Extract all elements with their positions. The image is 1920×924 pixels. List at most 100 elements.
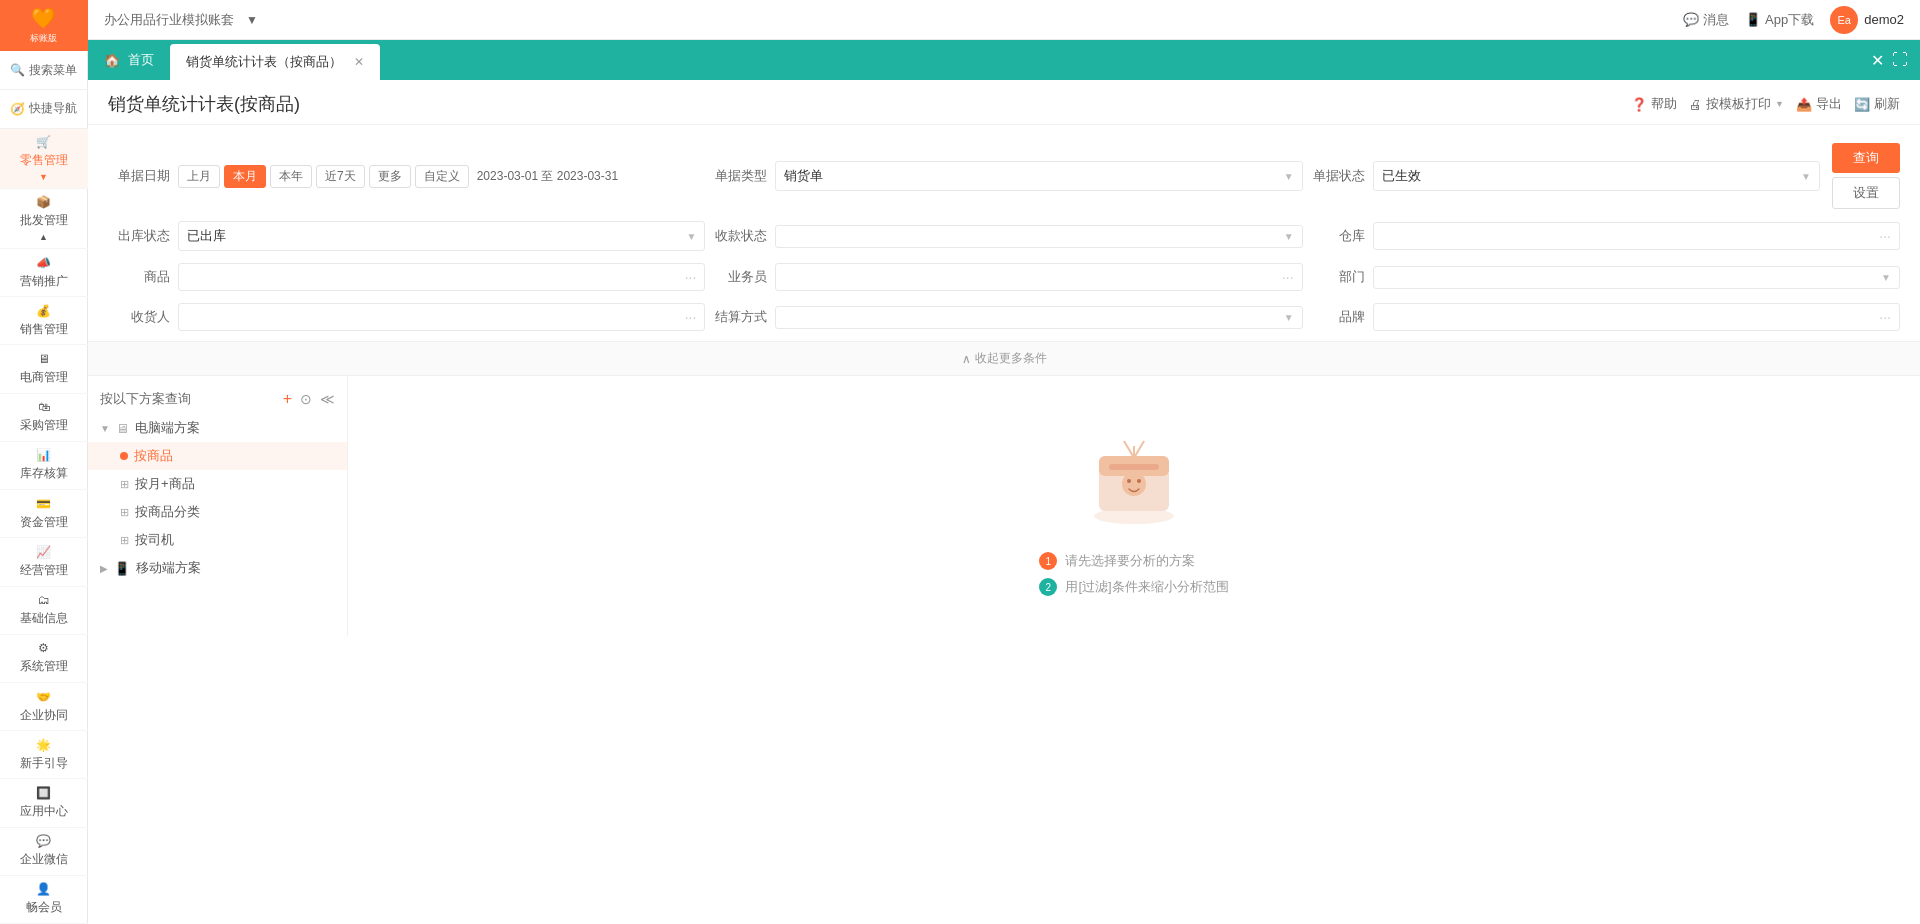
sidebar-quicknav[interactable]: 🧭 快捷导航 [0, 90, 88, 129]
type-select[interactable]: 销货单 ▼ [775, 161, 1302, 191]
sidebar-item-sales-label: 销售管理 [20, 321, 68, 338]
sidebar-item-enterprise[interactable]: 🤝 企业协同 [0, 683, 88, 731]
sidebar-item-inventory-label: 库存核算 [20, 465, 68, 482]
tree-item-by-goods-label: 按商品 [134, 447, 173, 465]
help-icon: ❓ [1631, 97, 1647, 112]
finance-icon: 💳 [36, 497, 51, 511]
topbar-dropdown-arrow: ▼ [246, 13, 258, 27]
page-header-actions: ❓ 帮助 🖨 按模板打印 ▼ 📤 导出 🔄 刷新 [1631, 95, 1900, 113]
tab-sales-stats[interactable]: 销货单统计计表（按商品） ✕ [170, 44, 380, 80]
query-btn[interactable]: 查询 [1832, 143, 1900, 173]
export-btn[interactable]: 📤 导出 [1796, 95, 1842, 113]
print-btn[interactable]: 🖨 按模板打印 ▼ [1689, 95, 1784, 113]
sidebar-item-apps[interactable]: 🔲 应用中心 [0, 779, 88, 827]
date-btn-this-year[interactable]: 本年 [270, 165, 312, 188]
receiver-dots: ··· [685, 309, 697, 325]
filter-row-2: 出库状态 已出库 ▼ 收款状态 [108, 215, 1900, 257]
refresh-btn[interactable]: 🔄 刷新 [1854, 95, 1900, 113]
tree-item-by-month-goods[interactable]: ⊞ 按月+商品 [88, 470, 347, 498]
sidebar-item-member-label: 畅会员 [26, 899, 62, 916]
tab-close-all-icon[interactable]: ✕ [1871, 51, 1884, 70]
date-btn-last-month[interactable]: 上月 [178, 165, 220, 188]
user-menu[interactable]: Ea demo2 [1830, 6, 1904, 34]
sidebar-item-retail[interactable]: 🛒 零售管理 ▼ [0, 129, 88, 189]
help-btn[interactable]: ❓ 帮助 [1631, 95, 1677, 113]
tree-item-by-category-label: 按商品分类 [135, 503, 200, 521]
collect-select[interactable]: ▼ [775, 225, 1302, 248]
tree-item-by-driver[interactable]: ⊞ 按司机 [88, 526, 347, 554]
receiver-input[interactable]: ··· [178, 303, 705, 331]
sidebar-search-label: 搜索菜单 [29, 62, 77, 79]
date-btn-more[interactable]: 更多 [369, 165, 411, 188]
sidebar-item-wholesale[interactable]: 📦 批发管理 ▲ [0, 189, 88, 249]
tree-item-by-month-goods-label: 按月+商品 [135, 475, 195, 493]
add-scheme-icon[interactable]: + [283, 390, 292, 408]
settings-btn[interactable]: 设置 [1832, 177, 1900, 209]
status-select[interactable]: 已生效 ▼ [1373, 161, 1820, 191]
sidebar-item-guide[interactable]: 🌟 新手引导 [0, 731, 88, 779]
topbar-dropdown[interactable]: ▼ [246, 13, 258, 27]
sidebar-item-ops[interactable]: 📈 经营管理 [0, 538, 88, 586]
collapse-bar[interactable]: ∧ 收起更多条件 [88, 341, 1920, 375]
dept-dropdown-icon: ▼ [1881, 272, 1891, 283]
settle-select[interactable]: ▼ [775, 306, 1302, 329]
nav-icon: 🧭 [10, 102, 25, 116]
date-range-text: 2023-03-01 至 2023-03-31 [477, 168, 618, 185]
filter-row-3: 商品 ··· 业务员 [108, 257, 1900, 297]
basic-icon: 🗂 [38, 593, 50, 607]
app-download-btn[interactable]: 📱 App下载 [1745, 11, 1814, 29]
out-status-dropdown-icon: ▼ [686, 231, 696, 242]
left-panel-header: 按以下方案查询 + ⊙ ≪ [88, 384, 347, 414]
warehouse-input[interactable]: ··· [1373, 222, 1900, 250]
sidebar-item-purchase[interactable]: 🛍 采购管理 [0, 394, 88, 442]
sidebar-item-wechat[interactable]: 💬 企业微信 [0, 828, 88, 876]
sidebar-item-wholesale-label: 批发管理 [20, 212, 68, 229]
sidebar-logo[interactable]: 🧡 标账版 [0, 0, 88, 51]
tree-item-by-category[interactable]: ⊞ 按商品分类 [88, 498, 347, 526]
date-btn-custom[interactable]: 自定义 [415, 165, 469, 188]
sidebar-item-basic[interactable]: 🗂 基础信息 [0, 587, 88, 635]
receiver-filter-cell: 收货人 ··· [108, 297, 705, 337]
date-btn-7days[interactable]: 近7天 [316, 165, 365, 188]
tab-expand-icon[interactable]: ⛶ [1892, 51, 1908, 69]
main-area: 办公用品行业模拟账套 ▼ 💬 消息 📱 App下载 Ea demo2 🏠 [88, 0, 1920, 924]
system-icon: ⚙ [38, 641, 49, 655]
inventory-icon: 📊 [36, 448, 51, 462]
sidebar-item-marketing[interactable]: 📣 营销推广 [0, 249, 88, 297]
sidebar-item-member[interactable]: 👤 畅会员 [0, 876, 88, 924]
svg-rect-3 [1109, 464, 1159, 470]
tree-item-by-goods[interactable]: 按商品 [88, 442, 347, 470]
tree-section-pc[interactable]: ▼ 🖥 电脑端方案 [88, 414, 347, 442]
page-content: 销货单统计计表(按商品) ❓ 帮助 🖨 按模板打印 ▼ 📤 导出 [88, 80, 1920, 924]
refresh-icon: 🔄 [1854, 97, 1870, 112]
collapse-panel-icon[interactable]: ≪ [320, 391, 335, 407]
goods-input[interactable]: ··· [178, 263, 705, 291]
messages-btn[interactable]: 💬 消息 [1683, 11, 1729, 29]
warehouse-dots: ··· [1879, 228, 1891, 244]
sidebar-item-finance[interactable]: 💳 资金管理 [0, 490, 88, 538]
left-panel-title: 按以下方案查询 [100, 390, 275, 408]
tree-section-mobile[interactable]: ▶ 📱 移动端方案 [88, 554, 347, 582]
brand-input[interactable]: ··· [1373, 303, 1900, 331]
collect-dropdown-icon: ▼ [1284, 231, 1294, 242]
dept-select[interactable]: ▼ [1373, 266, 1900, 289]
topbar: 办公用品行业模拟账套 ▼ 💬 消息 📱 App下载 Ea demo2 [88, 0, 1920, 40]
edit-scheme-icon[interactable]: ⊙ [300, 391, 312, 407]
sidebar-item-sales[interactable]: 💰 销售管理 [0, 297, 88, 345]
tab-home[interactable]: 🏠 首页 [88, 40, 170, 80]
sidebar-item-ecommerce[interactable]: 🖥 电商管理 [0, 345, 88, 393]
ecommerce-icon: 🖥 [38, 352, 50, 366]
out-status-select[interactable]: 已出库 ▼ [178, 221, 705, 251]
tab-home-label: 首页 [128, 51, 154, 69]
app-download-label: App下载 [1765, 11, 1814, 29]
date-btn-this-month[interactable]: 本月 [224, 165, 266, 188]
sidebar-item-marketing-label: 营销推广 [20, 273, 68, 290]
tab-close-icon[interactable]: ✕ [354, 55, 364, 69]
sidebar-search[interactable]: 🔍 搜索菜单 [0, 51, 88, 90]
sidebar-item-inventory[interactable]: 📊 库存核算 [0, 442, 88, 490]
avatar: Ea [1830, 6, 1858, 34]
sidebar-item-system[interactable]: ⚙ 系统管理 [0, 635, 88, 683]
logo-text: 标账版 [30, 32, 57, 45]
staff-input[interactable]: ··· [775, 263, 1302, 291]
print-dropdown-icon: ▼ [1775, 99, 1784, 109]
